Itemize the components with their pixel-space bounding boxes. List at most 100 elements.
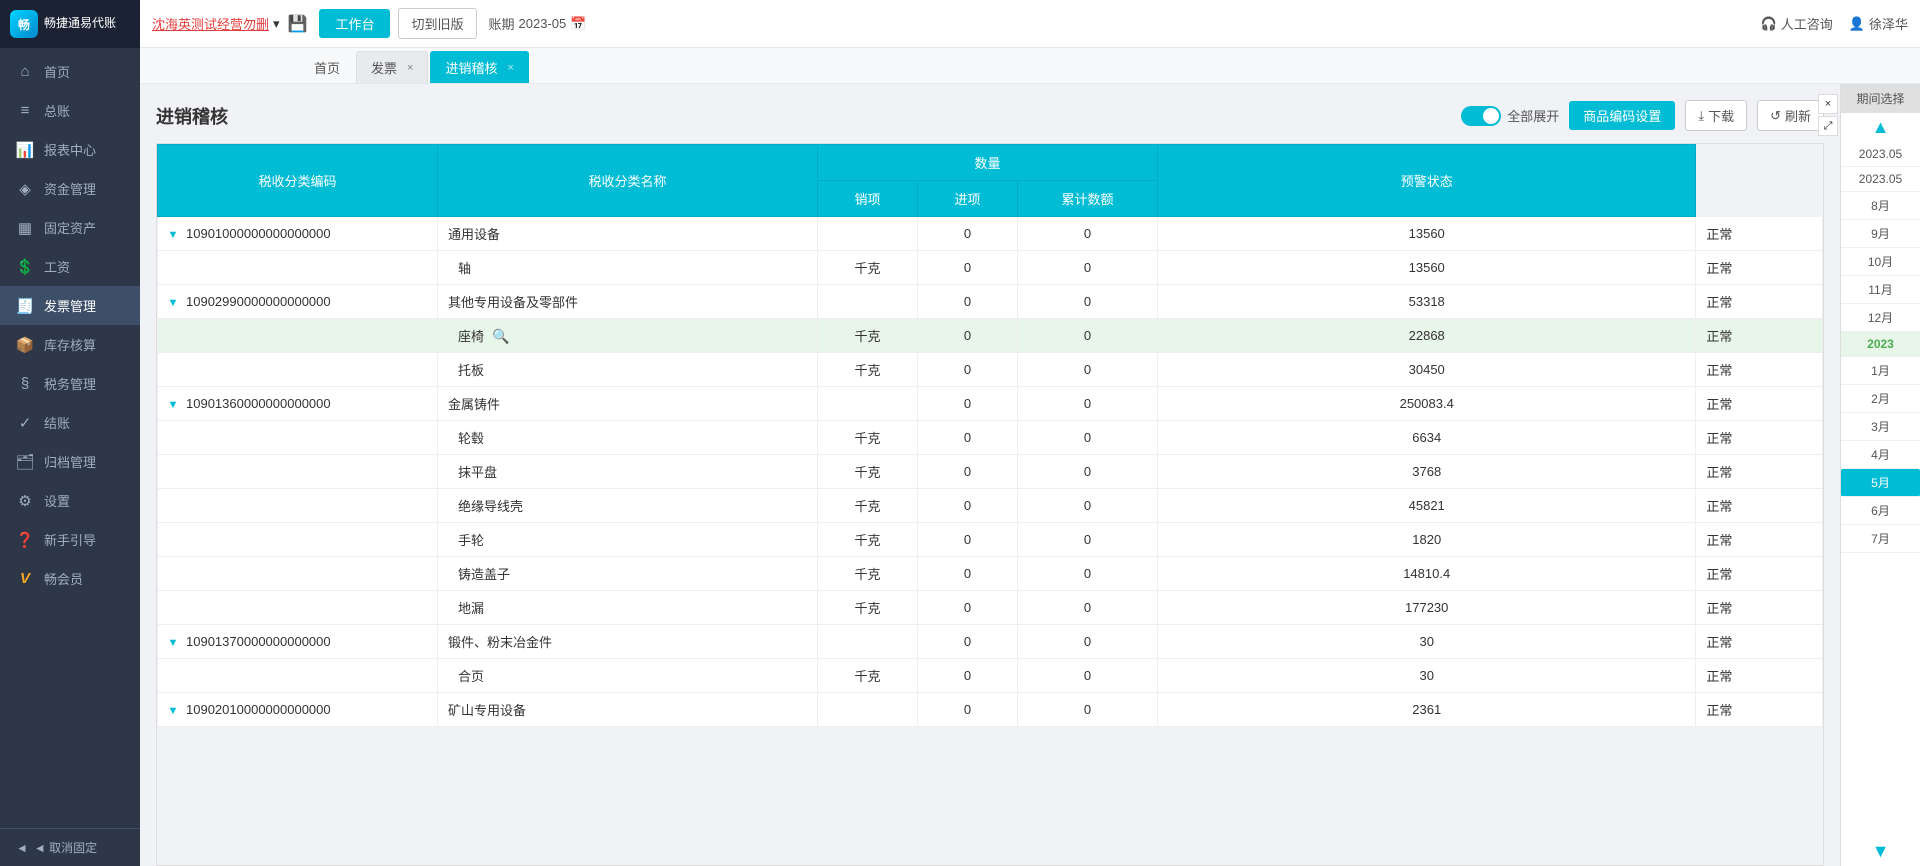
sidebar-footer-collapse[interactable]: ◄ ◄ 取消固定 — [0, 828, 140, 866]
tab-invoice[interactable]: 发票 × — [356, 51, 428, 83]
cell-purchase: 0 — [1018, 591, 1158, 625]
period-item[interactable]: 8月 — [1841, 192, 1920, 220]
cell-purchase: 0 — [1018, 523, 1158, 557]
assets-icon: ▦ — [16, 219, 34, 237]
company-name: 沈海英测试经营勿删 — [152, 14, 269, 33]
sidebar-item-settings[interactable]: ⚙ 设置 — [0, 481, 140, 520]
cell-status: 正常 — [1696, 625, 1823, 659]
period-item[interactable]: 1月 — [1841, 357, 1920, 385]
cell-sale: 0 — [918, 251, 1018, 285]
sidebar-item-tax[interactable]: § 税务管理 — [0, 364, 140, 403]
main-area: 沈海英测试经营勿删 ▾ 💾 工作台 切到旧版 账期 2023-05 📅 🎧 人工… — [140, 0, 1920, 866]
cell-sale: 0 — [918, 285, 1018, 319]
sidebar-item-inventory[interactable]: 📦 库存核算 — [0, 325, 140, 364]
home-icon: ⌂ — [16, 63, 34, 81]
cell-name: 矿山专用设备 — [438, 693, 818, 727]
refresh-icon: ↺ — [1770, 108, 1781, 124]
table-row: ▼ 10902990000000000000 其他专用设备及零部件 0 0 53… — [158, 285, 1823, 319]
topbar-right: 🎧 人工咨询 👤 徐泽华 — [1761, 14, 1908, 33]
cell-status: 正常 — [1696, 557, 1823, 591]
topbar-period: 账期 2023-05 📅 — [489, 14, 587, 33]
cell-total: 30 — [1158, 625, 1696, 659]
sidebar-item-payroll[interactable]: 💲 工资 — [0, 247, 140, 286]
tab-reconcile-label: 进销稽核 — [445, 58, 497, 77]
right-panel-expand-button[interactable]: ⤢ — [1818, 116, 1838, 136]
collapse-icon[interactable]: ▼ — [168, 399, 179, 411]
download-button[interactable]: ⤓ 下载 — [1685, 100, 1747, 131]
topbar-user[interactable]: 👤 徐泽华 — [1849, 14, 1908, 33]
period-item[interactable]: 2月 — [1841, 385, 1920, 413]
table-row: 托板 千克 0 0 30450 正常 — [158, 353, 1823, 387]
period-item[interactable]: 2023 — [1841, 332, 1920, 357]
cell-unit — [818, 285, 918, 319]
sidebar-item-funds-label: 资金管理 — [44, 179, 96, 198]
sidebar-item-guide-label: 新手引导 — [44, 530, 96, 549]
period-item[interactable]: 7月 — [1841, 525, 1920, 553]
product-code-button[interactable]: 商品编码设置 — [1569, 101, 1675, 130]
period-list: 2023.052023.058月9月10月11月12月20231月2月3月4月5… — [1841, 142, 1920, 837]
period-item[interactable]: 3月 — [1841, 413, 1920, 441]
sidebar-item-ledger[interactable]: ≡ 总账 — [0, 91, 140, 130]
tab-invoice-close[interactable]: × — [407, 62, 413, 74]
period-down-button[interactable]: ▼ — [1841, 837, 1920, 866]
period-item[interactable]: 2023.05 — [1841, 142, 1920, 167]
refresh-button[interactable]: ↺ 刷新 — [1757, 100, 1824, 131]
tab-reconcile[interactable]: 进销稽核 × — [430, 51, 528, 83]
cell-total: 3768 — [1158, 455, 1696, 489]
topbar-company[interactable]: 沈海英测试经营勿删 ▾ — [152, 14, 280, 33]
cell-name: 托板 — [438, 353, 818, 387]
user-label: 徐泽华 — [1869, 14, 1908, 33]
page-actions: 全部展开 商品编码设置 ⤓ 下载 ↺ 刷新 — [1461, 100, 1824, 131]
cell-status: 正常 — [1696, 353, 1823, 387]
cell-code: ▼ 10901360000000000000 — [158, 387, 438, 421]
cell-code: ▼ 10902990000000000000 — [158, 285, 438, 319]
app-logo-icon: 畅 — [10, 10, 38, 38]
table-row: 手轮 千克 0 0 1820 正常 — [158, 523, 1823, 557]
cell-sale: 0 — [918, 693, 1018, 727]
period-item[interactable]: 2023.05 — [1841, 167, 1920, 192]
period-item[interactable]: 4月 — [1841, 441, 1920, 469]
group-code: 10902990000000000000 — [186, 294, 331, 309]
topbar-service[interactable]: 🎧 人工咨询 — [1761, 14, 1833, 33]
workbench-button[interactable]: 工作台 — [319, 9, 390, 38]
toggle-expand[interactable]: 全部展开 — [1461, 106, 1559, 126]
sidebar-item-home[interactable]: ⌂ 首页 — [0, 52, 140, 91]
right-panel-close-button[interactable]: × — [1818, 94, 1838, 114]
table-row: ▼ 10901000000000000000 通用设备 0 0 13560 正常 — [158, 217, 1823, 251]
tab-invoice-label: 发票 — [371, 58, 397, 77]
period-label: 账期 — [489, 14, 515, 33]
sidebar-item-assets[interactable]: ▦ 固定资产 — [0, 208, 140, 247]
cell-sale: 0 — [918, 387, 1018, 421]
collapse-icon[interactable]: ▼ — [168, 705, 179, 717]
collapse-icon[interactable]: ▼ — [168, 637, 179, 649]
tab-home[interactable]: 首页 — [300, 52, 354, 83]
table-row: ▼ 10901360000000000000 金属铸件 0 0 250083.4… — [158, 387, 1823, 421]
sidebar-item-reports[interactable]: 📊 报表中心 — [0, 130, 140, 169]
collapse-icon[interactable]: ▼ — [168, 297, 179, 309]
cell-name: 座椅🔍 — [438, 319, 818, 353]
ledger-icon: ≡ — [16, 102, 34, 120]
sidebar-item-guide[interactable]: ❓ 新手引导 — [0, 520, 140, 559]
toggle-switch[interactable] — [1461, 106, 1501, 126]
period-item[interactable]: 12月 — [1841, 304, 1920, 332]
period-item[interactable]: 5月 — [1841, 469, 1920, 497]
sidebar-item-member[interactable]: V 畅会员 — [0, 559, 140, 598]
calendar-icon[interactable]: 📅 — [570, 16, 586, 32]
period-item[interactable]: 6月 — [1841, 497, 1920, 525]
sidebar-item-invoice[interactable]: 🧾 发票管理 — [0, 286, 140, 325]
sidebar-item-archive[interactable]: 🗂 归档管理 — [0, 442, 140, 481]
switch-version-button[interactable]: 切到旧版 — [398, 8, 476, 39]
sidebar-item-settle[interactable]: ✓ 结账 — [0, 403, 140, 442]
cell-name: 地漏 — [438, 591, 818, 625]
period-item[interactable]: 10月 — [1841, 248, 1920, 276]
period-item[interactable]: 9月 — [1841, 220, 1920, 248]
period-item[interactable]: 11月 — [1841, 276, 1920, 304]
tabs-bar: 首页 发票 × 进销稽核 × — [140, 48, 1920, 84]
invoice-icon: 🧾 — [16, 297, 34, 315]
period-up-button[interactable]: ▲ — [1841, 113, 1920, 142]
cell-purchase: 0 — [1018, 285, 1158, 319]
collapse-icon[interactable]: ▼ — [168, 229, 179, 241]
search-icon[interactable]: 🔍 — [492, 328, 509, 344]
sidebar-item-funds[interactable]: ◈ 资金管理 — [0, 169, 140, 208]
tab-reconcile-close[interactable]: × — [507, 62, 513, 74]
